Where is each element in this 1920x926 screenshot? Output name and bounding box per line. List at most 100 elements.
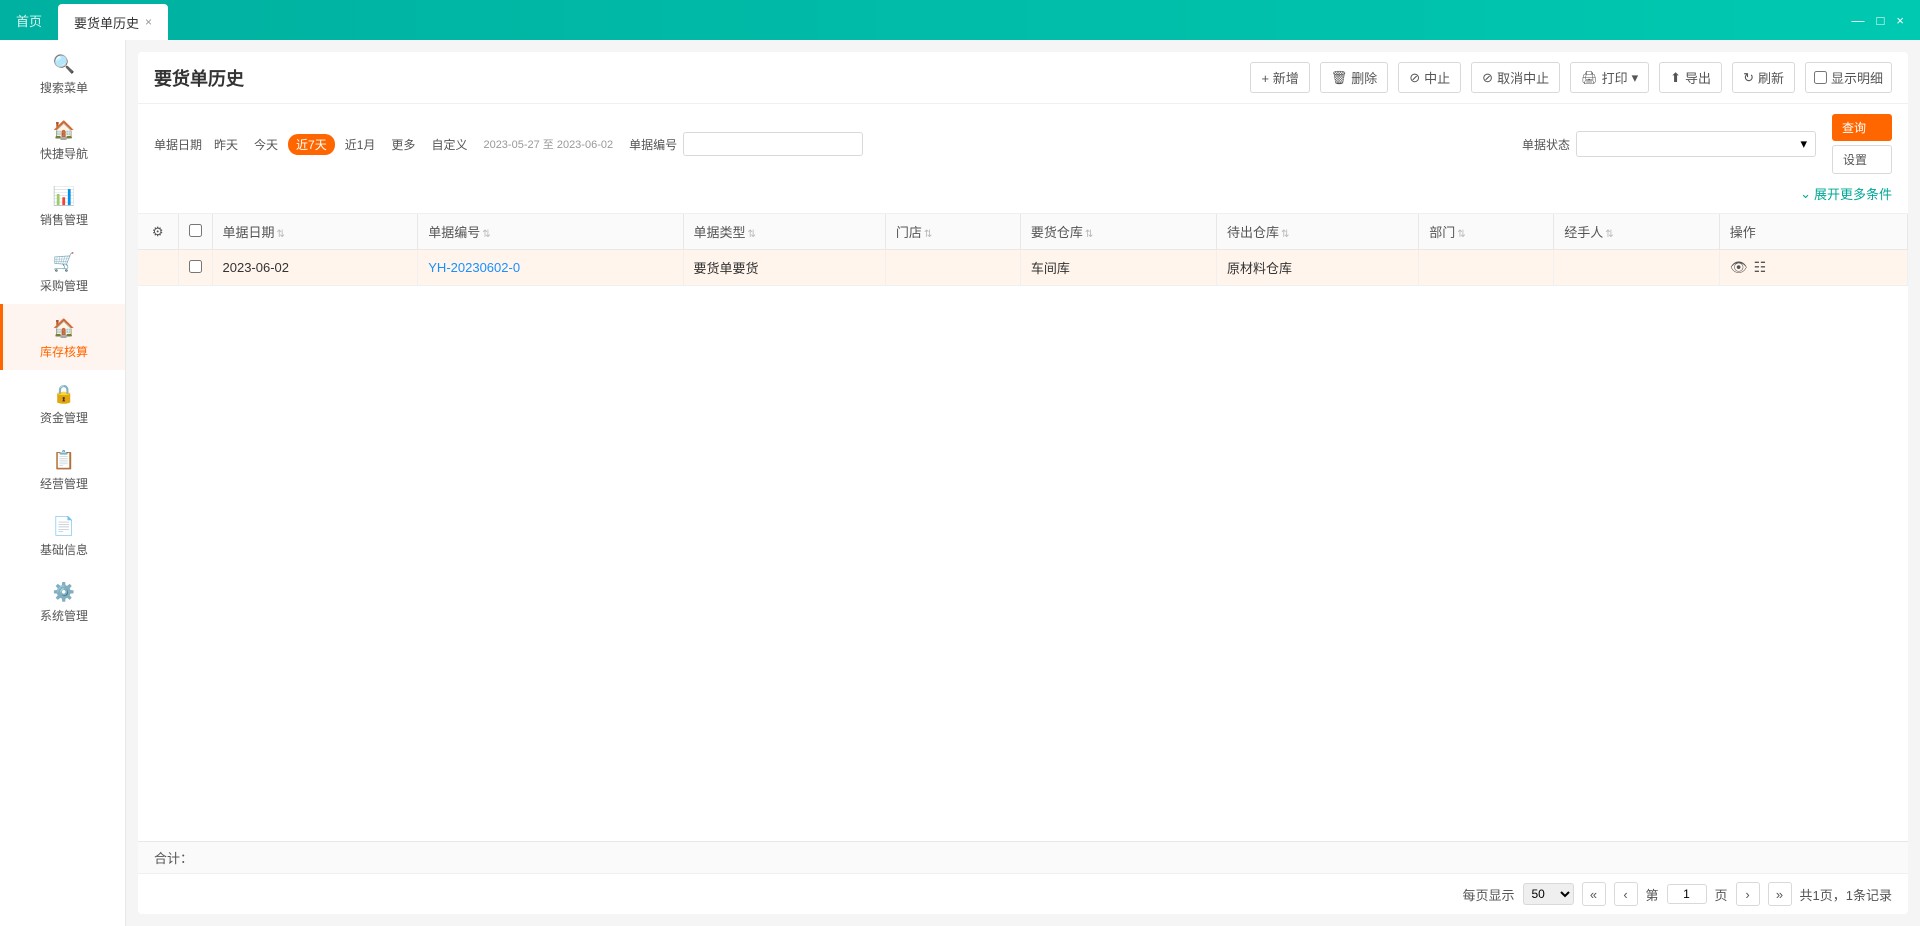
date-btn-yesterday[interactable]: 昨天 <box>208 134 244 155</box>
tab-home[interactable]: 首页 <box>0 0 58 40</box>
row-checkbox[interactable] <box>189 260 202 273</box>
window-minimize-icon[interactable]: — <box>1852 13 1865 28</box>
date-filter-label: 单据日期 <box>154 136 202 153</box>
last-page-button[interactable]: » <box>1768 882 1792 906</box>
sidebar-item-quick-nav[interactable]: 🏠 快捷导航 <box>0 106 125 172</box>
date-btn-more[interactable]: 更多 <box>385 134 421 155</box>
handler-sort-icon: ⇅ <box>1605 229 1613 240</box>
tab-close-icon[interactable]: × <box>145 15 152 29</box>
refresh-button[interactable]: ↻ 刷新 <box>1732 62 1795 93</box>
per-page-select[interactable]: 50 100 200 <box>1523 883 1574 905</box>
date-btn-1month[interactable]: 近1月 <box>339 134 382 155</box>
settings-col-header[interactable]: ⚙ <box>138 214 178 250</box>
bill-number-input[interactable] <box>683 132 863 156</box>
req-warehouse-sort-icon: ⇅ <box>1085 229 1093 240</box>
sidebar-item-search-menu[interactable]: 🔍 搜索菜单 <box>0 40 125 106</box>
table-row: 2023-06-02 YH-20230602-0 要货单要货 车间库 原材料仓库 <box>138 250 1908 286</box>
handler-col-header[interactable]: 经手人⇅ <box>1554 214 1720 250</box>
new-button[interactable]: + 新增 <box>1250 62 1309 93</box>
sidebar-item-finance[interactable]: 🔒 资金管理 <box>0 370 125 436</box>
row-action-icons: 👁 ☷ <box>1730 259 1897 276</box>
table-container: ⚙ 单据日期⇅ 单据编号⇅ 单据类型⇅ <box>138 214 1908 841</box>
row-handler-cell <box>1554 250 1720 286</box>
select-all-checkbox[interactable] <box>189 224 202 237</box>
row-bill-no-cell: YH-20230602-0 <box>418 250 683 286</box>
wait-warehouse-sort-icon: ⇅ <box>1281 229 1289 240</box>
filter-area: 单据日期 昨天 今天 近7天 近1月 更多 自定义 2023-05-27 至 2… <box>138 104 1908 214</box>
row-checkbox-cell[interactable] <box>178 250 212 286</box>
row-edit-icon[interactable]: ☷ <box>1754 259 1767 276</box>
print-button[interactable]: 🖨 打印 ▾ <box>1570 62 1649 93</box>
date-sort-icon: ⇅ <box>277 229 285 240</box>
per-page-label: 每页显示 <box>1462 885 1514 904</box>
date-btn-custom[interactable]: 自定义 <box>425 134 473 155</box>
quick-nav-icon: 🏠 <box>53 120 75 141</box>
date-filter-buttons: 昨天 今天 近7天 近1月 更多 自定义 <box>208 134 473 155</box>
sidebar-item-inventory[interactable]: 🏠 库存核算 <box>0 304 125 370</box>
expand-icon: ⌄ <box>1800 186 1811 202</box>
date-btn-today[interactable]: 今天 <box>248 134 284 155</box>
print-dropdown-icon: ▾ <box>1632 70 1639 86</box>
top-bar: 首页 要货单历史 × — □ × <box>0 0 1920 40</box>
print-icon: 🖨 <box>1581 70 1598 86</box>
page-card: 要货单历史 + 新增 🗑 删除 ⊘ 中止 ⊘ 取消中止 <box>138 52 1908 914</box>
filter-row: 单据日期 昨天 今天 近7天 近1月 更多 自定义 2023-05-27 至 2… <box>154 114 1892 174</box>
sidebar-item-purchase[interactable]: 🛒 采购管理 <box>0 238 125 304</box>
sidebar: 🔍 搜索菜单 🏠 快捷导航 📊 销售管理 🛒 采购管理 🏠 库存核算 🔒 资金管… <box>0 40 126 926</box>
store-sort-icon: ⇅ <box>924 229 932 240</box>
page-header: 要货单历史 + 新增 🗑 删除 ⊘ 中止 ⊘ 取消中止 <box>138 52 1908 104</box>
date-col-header[interactable]: 单据日期⇅ <box>212 214 418 250</box>
bill-status-dropdown-icon: ▾ <box>1800 136 1807 152</box>
sidebar-item-basic-info[interactable]: 📄 基础信息 <box>0 502 125 568</box>
row-actions-cell: 👁 ☷ <box>1719 250 1907 286</box>
total-info: 共1页，1条记录 <box>1800 885 1892 904</box>
show-detail-button[interactable]: 显示明细 <box>1805 62 1892 93</box>
table-footer: 合计： <box>138 841 1908 873</box>
pagination: 每页显示 50 100 200 « ‹ 第 页 › » 共1页，1条记录 <box>138 873 1908 914</box>
date-btn-7days[interactable]: 近7天 <box>288 134 335 155</box>
sidebar-item-system[interactable]: ⚙️ 系统管理 <box>0 568 125 634</box>
page-input[interactable] <box>1667 884 1707 904</box>
row-view-icon[interactable]: 👁 <box>1730 259 1748 276</box>
wait-warehouse-col-header[interactable]: 待出仓库⇅ <box>1216 214 1418 250</box>
checkbox-col-header[interactable] <box>178 214 212 250</box>
page-title: 要货单历史 <box>154 65 244 91</box>
show-detail-checkbox[interactable] <box>1814 71 1827 84</box>
cancel-stop-button[interactable]: ⊘ 取消中止 <box>1471 62 1560 93</box>
sidebar-item-label: 采购管理 <box>40 277 88 294</box>
row-bill-no-link[interactable]: YH-20230602-0 <box>428 260 520 275</box>
settings-button[interactable]: 设置 <box>1832 145 1892 174</box>
sidebar-item-sales[interactable]: 📊 销售管理 <box>0 172 125 238</box>
bill-number-label: 单据编号 <box>629 136 677 153</box>
bill-status-select[interactable]: ▾ <box>1576 131 1816 157</box>
bill-type-col-header[interactable]: 单据类型⇅ <box>683 214 885 250</box>
prev-page-button[interactable]: ‹ <box>1614 882 1638 906</box>
store-col-header[interactable]: 门店⇅ <box>885 214 1020 250</box>
sidebar-item-operations[interactable]: 📋 经营管理 <box>0 436 125 502</box>
cancel-stop-icon: ⊘ <box>1482 70 1493 86</box>
dept-col-header[interactable]: 部门⇅ <box>1419 214 1554 250</box>
next-page-button[interactable]: › <box>1736 882 1760 906</box>
req-warehouse-col-header[interactable]: 要货仓库⇅ <box>1020 214 1216 250</box>
bill-no-col-header[interactable]: 单据编号⇅ <box>418 214 683 250</box>
sidebar-item-label: 经营管理 <box>40 475 88 492</box>
bill-status-filter-item: 单据状态 ▾ <box>1522 131 1816 157</box>
operations-icon: 📋 <box>53 450 75 471</box>
tab-yh-history[interactable]: 要货单历史 × <box>58 4 168 40</box>
row-bill-type-cell: 要货单要货 <box>683 250 885 286</box>
sidebar-item-label: 资金管理 <box>40 409 88 426</box>
window-close-icon[interactable]: × <box>1896 13 1904 28</box>
bill-number-filter-item: 单据编号 <box>629 132 863 156</box>
sales-icon: 📊 <box>53 186 75 207</box>
delete-button[interactable]: 🗑 删除 <box>1320 62 1389 93</box>
export-button[interactable]: ⬆ 导出 <box>1659 62 1722 93</box>
window-maximize-icon[interactable]: □ <box>1877 13 1885 28</box>
expand-more-btn[interactable]: ⌄ 展开更多条件 <box>1800 184 1892 203</box>
query-button[interactable]: 查询 <box>1832 114 1892 141</box>
stop-button[interactable]: ⊘ 中止 <box>1398 62 1461 93</box>
sidebar-item-label: 库存核算 <box>40 343 88 360</box>
first-page-button[interactable]: « <box>1582 882 1606 906</box>
row-date-cell: 2023-06-02 <box>212 250 418 286</box>
row-dept-cell <box>1419 250 1554 286</box>
bill-type-sort-icon: ⇅ <box>748 229 756 240</box>
